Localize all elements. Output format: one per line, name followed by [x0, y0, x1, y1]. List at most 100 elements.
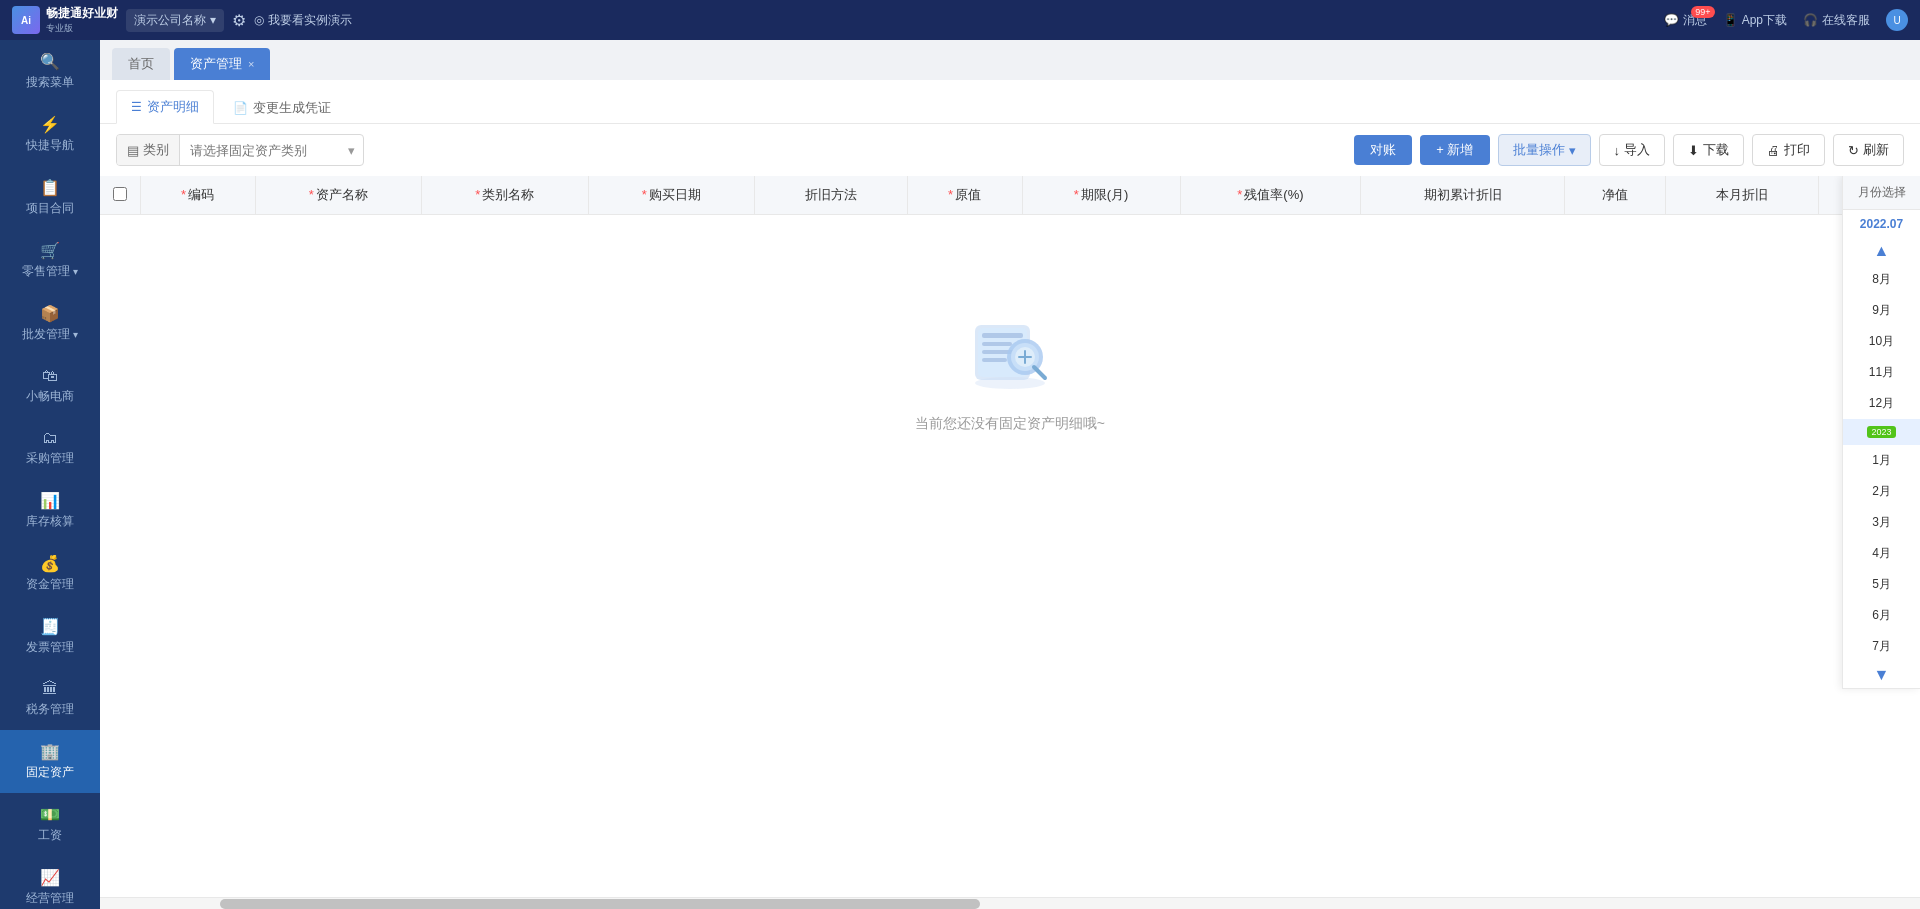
- scrollbar-thumb[interactable]: [220, 899, 980, 909]
- sidebar-item-retail[interactable]: 🛒 零售管理 ▾: [0, 229, 100, 292]
- import-button[interactable]: ↓ 导入: [1599, 134, 1666, 166]
- batch-button[interactable]: 批量操作 ▾: [1498, 134, 1591, 166]
- month-item-12[interactable]: 12月: [1843, 388, 1920, 419]
- sidebar-retail-label-row: 零售管理 ▾: [22, 263, 78, 280]
- empty-state: 当前您还没有固定资产明细哦~: [100, 215, 1920, 513]
- sidebar-item-label: 资金管理: [26, 576, 74, 593]
- company-selector[interactable]: 演示公司名称 ▾: [126, 9, 224, 32]
- sidebar-item-purchase[interactable]: 🗂 采购管理: [0, 417, 100, 479]
- sidebar-item-ecommerce[interactable]: 🛍 小畅电商: [0, 355, 100, 417]
- refresh-button[interactable]: ↻ 刷新: [1833, 134, 1904, 166]
- svg-rect-4: [982, 342, 1012, 346]
- month-item-2[interactable]: 2月: [1843, 476, 1920, 507]
- month-item-9[interactable]: 9月: [1843, 295, 1920, 326]
- sidebar-item-label: 采购管理: [26, 450, 74, 467]
- category-dropdown-icon[interactable]: ▾: [340, 137, 363, 164]
- month-item-4[interactable]: 4月: [1843, 538, 1920, 569]
- month-nav-up-button[interactable]: ▲: [1843, 238, 1920, 264]
- col-accumulated-depreciation: 期初累计折旧: [1361, 176, 1565, 215]
- app-download-button[interactable]: 📱 App下载: [1723, 12, 1787, 29]
- month-item-8[interactable]: 8月: [1843, 264, 1920, 295]
- toolbar-left: ▤ 类别 ▾: [116, 134, 364, 166]
- sidebar-item-quicknav[interactable]: ⚡ 快捷导航: [0, 103, 100, 166]
- sidebar-item-label: 小畅电商: [26, 388, 74, 405]
- sidebar-item-payroll[interactable]: 💵 工资: [0, 793, 100, 856]
- month-nav-down-button[interactable]: ▼: [1843, 662, 1920, 688]
- top-bar-left: Ai 畅捷通好业财 专业版 演示公司名称 ▾ ⚙ ◎ 我要看实例演示: [12, 5, 352, 35]
- col-net-value: 净值: [1565, 176, 1666, 215]
- download-button[interactable]: ⬇ 下载: [1673, 134, 1744, 166]
- month-item-6[interactable]: 6月: [1843, 600, 1920, 631]
- col-residual-rate: *残值率(%): [1180, 176, 1361, 215]
- import-icon: ↓: [1614, 143, 1621, 158]
- col-monthly-depreciation: 本月折旧: [1666, 176, 1819, 215]
- empty-text: 当前您还没有固定资产明细哦~: [915, 415, 1105, 433]
- month-item-3[interactable]: 3月: [1843, 507, 1920, 538]
- tab-home-label: 首页: [128, 55, 154, 73]
- sidebar-item-tax[interactable]: 🏛 税务管理: [0, 668, 100, 730]
- sidebar-item-contract[interactable]: 📋 项目合同: [0, 166, 100, 229]
- sidebar-item-inventory[interactable]: 📊 库存核算: [0, 479, 100, 542]
- col-category: *类别名称: [422, 176, 589, 215]
- tax-icon: 🏛: [42, 680, 58, 698]
- tab-asset-mgmt-label: 资产管理: [190, 55, 242, 73]
- category-input[interactable]: [180, 137, 340, 164]
- horizontal-scrollbar[interactable]: [100, 897, 1920, 909]
- settings-icon[interactable]: ⚙: [232, 11, 246, 30]
- fixedassets-icon: 🏢: [40, 742, 60, 761]
- month-item-2023-badge: 2023: [1843, 419, 1920, 445]
- sidebar-item-fixedassets[interactable]: 🏢 固定资产: [0, 730, 100, 793]
- demo-link[interactable]: ◎ 我要看实例演示: [254, 12, 352, 29]
- month-panel: 月份选择 2022.07 ▲ 8月 9月 10月 11月: [1842, 176, 1920, 689]
- sidebar: 🔍 搜索菜单 ⚡ 快捷导航 📋 项目合同 🛒 零售管理 ▾ 📦 批发管理 ▾: [0, 40, 100, 909]
- year-badge: 2023: [1867, 426, 1895, 438]
- table-header-row: *编码 *资产名称 *类别名称 *购买日期 折旧方法 *原值 *期限(月) *残…: [100, 176, 1920, 215]
- tab-close-icon[interactable]: ×: [248, 58, 254, 70]
- sidebar-item-wholesale[interactable]: 📦 批发管理 ▾: [0, 292, 100, 355]
- mobile-icon: 📱: [1723, 13, 1738, 27]
- add-button[interactable]: + 新增: [1420, 135, 1489, 165]
- user-avatar[interactable]: U: [1886, 9, 1908, 31]
- col-name: *资产名称: [255, 176, 422, 215]
- col-checkbox: [100, 176, 140, 215]
- sidebar-item-label: 快捷导航: [26, 137, 74, 154]
- select-all-checkbox[interactable]: [113, 187, 127, 201]
- sub-tab-asset-detail[interactable]: ☰ 资产明细: [116, 90, 214, 124]
- tab-home[interactable]: 首页: [112, 48, 170, 80]
- empty-illustration: [950, 295, 1070, 395]
- message-button[interactable]: 💬 消息 99+: [1664, 12, 1707, 29]
- sidebar-item-fund[interactable]: 💰 资金管理: [0, 542, 100, 605]
- refresh-label: 刷新: [1863, 141, 1889, 159]
- message-icon: 💬: [1664, 13, 1679, 27]
- online-service-button[interactable]: 🎧 在线客服: [1803, 12, 1870, 29]
- assets-table: *编码 *资产名称 *类别名称 *购买日期 折旧方法 *原值 *期限(月) *残…: [100, 176, 1920, 513]
- sidebar-item-label: 经营管理: [26, 890, 74, 907]
- category-label-text: ▤ 类别: [117, 135, 180, 165]
- add-label: + 新增: [1436, 141, 1473, 159]
- sub-tab-change-voucher[interactable]: 📄 变更生成凭证: [218, 91, 346, 124]
- print-button[interactable]: 🖨 打印: [1752, 134, 1825, 166]
- quicknav-icon: ⚡: [40, 115, 60, 134]
- headphone-icon: 🎧: [1803, 13, 1818, 27]
- filter-icon: ▤: [127, 143, 139, 158]
- month-item-11[interactable]: 11月: [1843, 357, 1920, 388]
- sidebar-item-invoice[interactable]: 🧾 发票管理: [0, 605, 100, 668]
- month-item-7[interactable]: 7月: [1843, 631, 1920, 662]
- col-code: *编码: [140, 176, 255, 215]
- sidebar-item-label: 项目合同: [26, 200, 74, 217]
- month-item-10[interactable]: 10月: [1843, 326, 1920, 357]
- ecommerce-icon: 🛍: [42, 367, 58, 385]
- online-service-label: 在线客服: [1822, 12, 1870, 29]
- month-item-1[interactable]: 1月: [1843, 445, 1920, 476]
- top-bar-right: 💬 消息 99+ 📱 App下载 🎧 在线客服 U: [1664, 9, 1908, 31]
- toolbar-right: 对账 + 新增 批量操作 ▾ ↓ 导入 ⬇ 下载: [1354, 134, 1904, 166]
- sidebar-item-search[interactable]: 🔍 搜索菜单: [0, 40, 100, 103]
- current-month-display[interactable]: 2022.07: [1843, 210, 1920, 238]
- tab-asset-mgmt[interactable]: 资产管理 ×: [174, 48, 270, 80]
- inventory-icon: 📊: [40, 491, 60, 510]
- month-item-5[interactable]: 5月: [1843, 569, 1920, 600]
- sidebar-item-operations[interactable]: 📈 经营管理: [0, 856, 100, 909]
- reconcile-button[interactable]: 对账: [1354, 135, 1412, 165]
- download-icon: ⬇: [1688, 143, 1699, 158]
- reconcile-label: 对账: [1370, 141, 1396, 159]
